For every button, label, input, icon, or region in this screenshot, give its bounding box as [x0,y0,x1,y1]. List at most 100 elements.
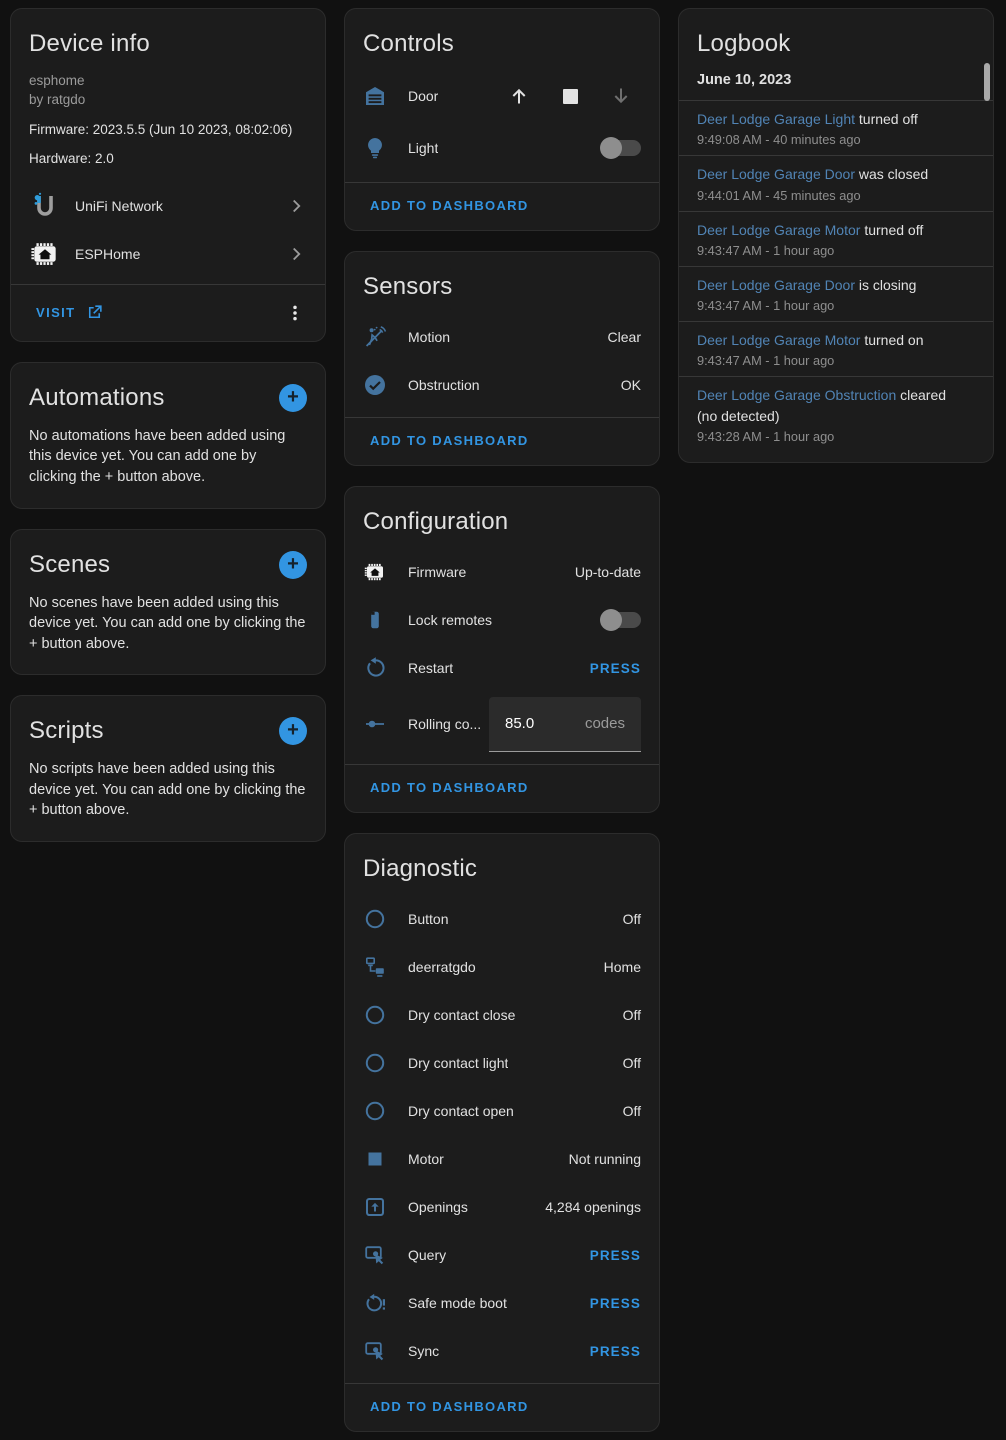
restart-press-button[interactable]: PRESS [590,655,641,682]
sensor-row-motion: Motion Clear [345,313,659,361]
door-label: Door [408,88,439,104]
gesture-tap-icon [363,1243,387,1267]
event-text: turned off [864,221,924,238]
arrow-up-icon [507,84,531,108]
diagnostic-label: Button [408,911,449,927]
logbook-entry: Deer Lodge Garage Motor turned off 9:43:… [679,210,993,266]
diagnostic-row-motor: Motor Not running [345,1135,659,1183]
device-info-title: Device info [29,30,150,57]
config-label: Restart [408,660,454,676]
rolling-codes-input[interactable] [505,715,567,732]
automations-card: Automations + No automations have been a… [10,361,326,509]
automations-title: Automations [29,383,165,411]
arrow-down-icon [609,84,633,108]
overflow-menu-button[interactable] [279,297,311,329]
diagnostic-row-button: Button Off [345,895,659,943]
cover-buttons [499,76,641,116]
diagnostic-label: Dry contact close [408,1007,516,1023]
add-to-dashboard-button[interactable]: ADD TO DASHBOARD [370,780,529,795]
diagnostic-label: Dry contact light [408,1055,509,1071]
logbook-entry: Deer Lodge Garage Light turned off 9:49:… [679,100,993,155]
entry-timestamp: 9:43:47 AM - 1 hour ago [697,298,835,314]
cover-close-button[interactable] [601,76,641,116]
device-hardware-line: Hardware: 2.0 [29,150,114,166]
query-press-button[interactable]: PRESS [590,1242,641,1269]
diagnostic-state: Off [622,1007,641,1023]
controls-title: Controls [363,30,454,57]
event-text: turned off [858,111,918,127]
diagnostic-row-openings: Openings 4,284 openings [345,1183,659,1231]
safe-mode-boot-press-button[interactable]: PRESS [590,1290,641,1317]
sensors-title: Sensors [363,273,453,300]
firmware-state: Up-to-date [574,564,641,580]
entry-timestamp: 9:43:28 AM - 1 hour ago [697,429,835,445]
circle-outline-icon [363,1051,387,1075]
add-to-dashboard-button[interactable]: ADD TO DASHBOARD [370,1399,529,1414]
add-automation-button[interactable]: + [279,383,307,412]
diagnostic-label: Motor [408,1151,444,1167]
event-text: is closing [858,276,917,293]
entity-link[interactable]: Deer Lodge Garage Door [697,277,855,293]
logbook-date-header: June 10, 2023 [697,72,792,88]
sensor-state: Clear [607,329,641,345]
logbook-entry: Deer Lodge Garage Door is closing 9:43:4… [679,265,993,321]
entry-timestamp: 9:43:47 AM - 1 hour ago [697,242,835,258]
device-manufacturer-model: esphome by ratgdo [11,70,325,110]
integration-label: ESPHome [75,245,141,262]
add-script-button[interactable]: + [279,717,307,746]
entity-link[interactable]: Deer Lodge Garage Light [697,111,855,127]
check-circle-icon [363,373,387,397]
diagnostic-state: Off [622,1103,641,1119]
plus-icon: + [287,719,299,742]
right-column: Logbook June 10, 2023 Deer Lodge Garage … [678,8,994,463]
entity-link[interactable]: Deer Lodge Garage Motor [697,222,860,238]
slider-icon [363,712,387,736]
arrow-up-box-icon [363,1195,387,1219]
add-scene-button[interactable]: + [279,550,307,579]
left-column: Device info esphome by ratgdo Firmware: … [10,8,326,842]
visit-button[interactable]: VISIT [36,299,104,326]
event-text: turned on [864,332,924,349]
sensor-state: OK [620,377,641,393]
sensor-label: Motion [408,329,451,345]
diagnostic-label: Query [408,1247,447,1263]
entity-link[interactable]: Deer Lodge Garage Obstruction [697,387,896,403]
automations-empty-text: No automations have been added using thi… [29,427,286,485]
logbook-scrollbar-thumb[interactable] [984,63,990,101]
unifi-logo [29,190,61,222]
entry-timestamp: 9:43:47 AM - 1 hour ago [697,353,835,369]
add-to-dashboard-button[interactable]: ADD TO DASHBOARD [370,433,529,448]
add-to-dashboard-button[interactable]: ADD TO DASHBOARD [370,198,529,213]
circle-outline-icon [363,1003,387,1027]
integration-list: UniFi Network ESPHome [11,168,325,284]
plus-icon: + [287,385,299,408]
entity-link[interactable]: Deer Lodge Garage Door [697,166,855,182]
controls-card: Controls Door Light ADD TO DASHBOARD [344,8,660,231]
entry-timestamp: 9:44:01 AM - 45 minutes ago [697,187,861,203]
circle-outline-icon [363,907,387,931]
config-label: Firmware [408,564,467,580]
entity-link[interactable]: Deer Lodge Garage Motor [697,332,860,348]
lock-remotes-toggle[interactable] [600,609,641,631]
integration-row-unifi[interactable]: UniFi Network [11,182,325,230]
rolling-codes-unit: codes [584,715,625,732]
sensor-row-obstruction: Obstruction OK [345,361,659,409]
config-label: Lock remotes [408,612,493,628]
control-row-light: Light [345,122,659,174]
restart-alert-icon [363,1291,387,1315]
circle-outline-icon [363,1099,387,1123]
rolling-codes-field: codes [489,696,641,752]
sync-press-button[interactable]: PRESS [590,1338,641,1365]
integration-row-esphome[interactable]: ESPHome [11,230,325,278]
cover-open-button[interactable] [499,76,539,116]
control-row-door: Door [345,70,659,122]
diagnostic-row-deerratgdo: deerratgdo Home [345,943,659,991]
light-label: Light [408,140,439,156]
chevron-right-icon [285,195,307,217]
light-toggle[interactable] [600,137,641,159]
logbook-card: Logbook June 10, 2023 Deer Lodge Garage … [678,8,994,463]
device-firmware-line: Firmware: 2023.5.5 (Jun 10 2023, 08:02:0… [29,121,293,137]
logbook-title: Logbook [697,30,791,57]
square-icon [363,1147,387,1171]
cover-stop-button[interactable] [550,76,590,116]
